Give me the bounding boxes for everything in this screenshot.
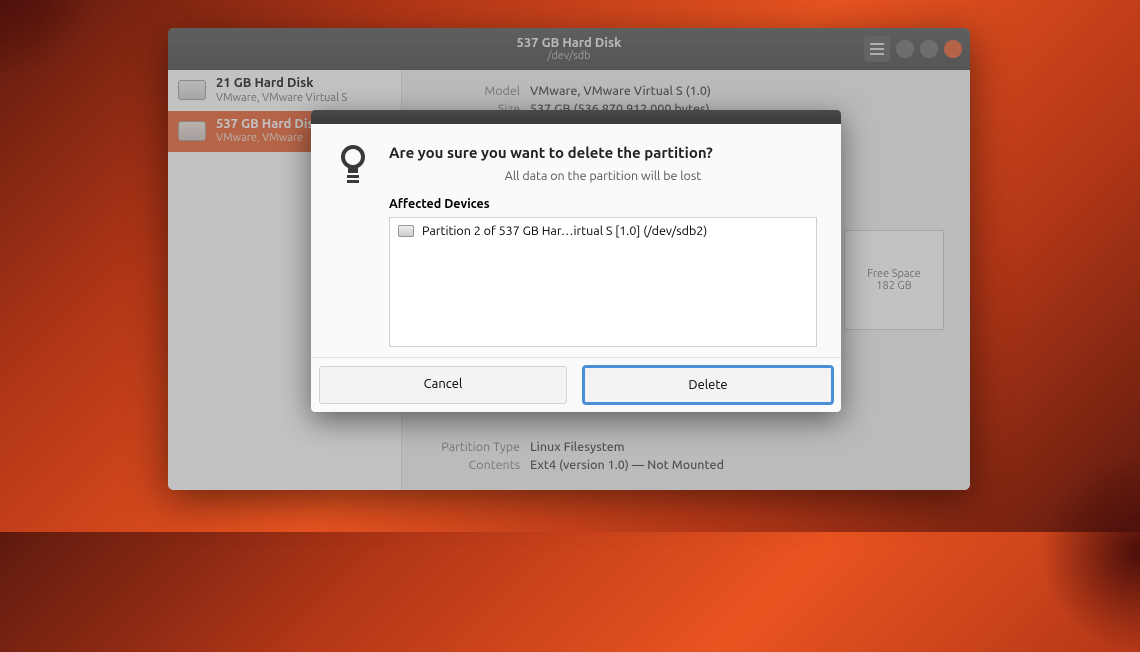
cancel-button[interactable]: Cancel bbox=[319, 366, 567, 404]
lightbulb-icon bbox=[335, 144, 371, 347]
dialog-heading: Are you sure you want to delete the part… bbox=[389, 144, 817, 161]
dialog-titlebar bbox=[311, 110, 841, 124]
affected-device-row[interactable]: Partition 2 of 537 GB Har…irtual S [1.0]… bbox=[398, 224, 808, 238]
affected-devices-list[interactable]: Partition 2 of 537 GB Har…irtual S [1.0]… bbox=[389, 217, 817, 347]
delete-button[interactable]: Delete bbox=[583, 366, 833, 404]
affected-devices-label: Affected Devices bbox=[389, 197, 817, 211]
delete-partition-dialog: Are you sure you want to delete the part… bbox=[311, 110, 841, 412]
dialog-subtext: All data on the partition will be lost bbox=[389, 169, 817, 183]
affected-device-text: Partition 2 of 537 GB Har…irtual S [1.0]… bbox=[422, 224, 707, 238]
hard-disk-icon bbox=[398, 225, 414, 237]
